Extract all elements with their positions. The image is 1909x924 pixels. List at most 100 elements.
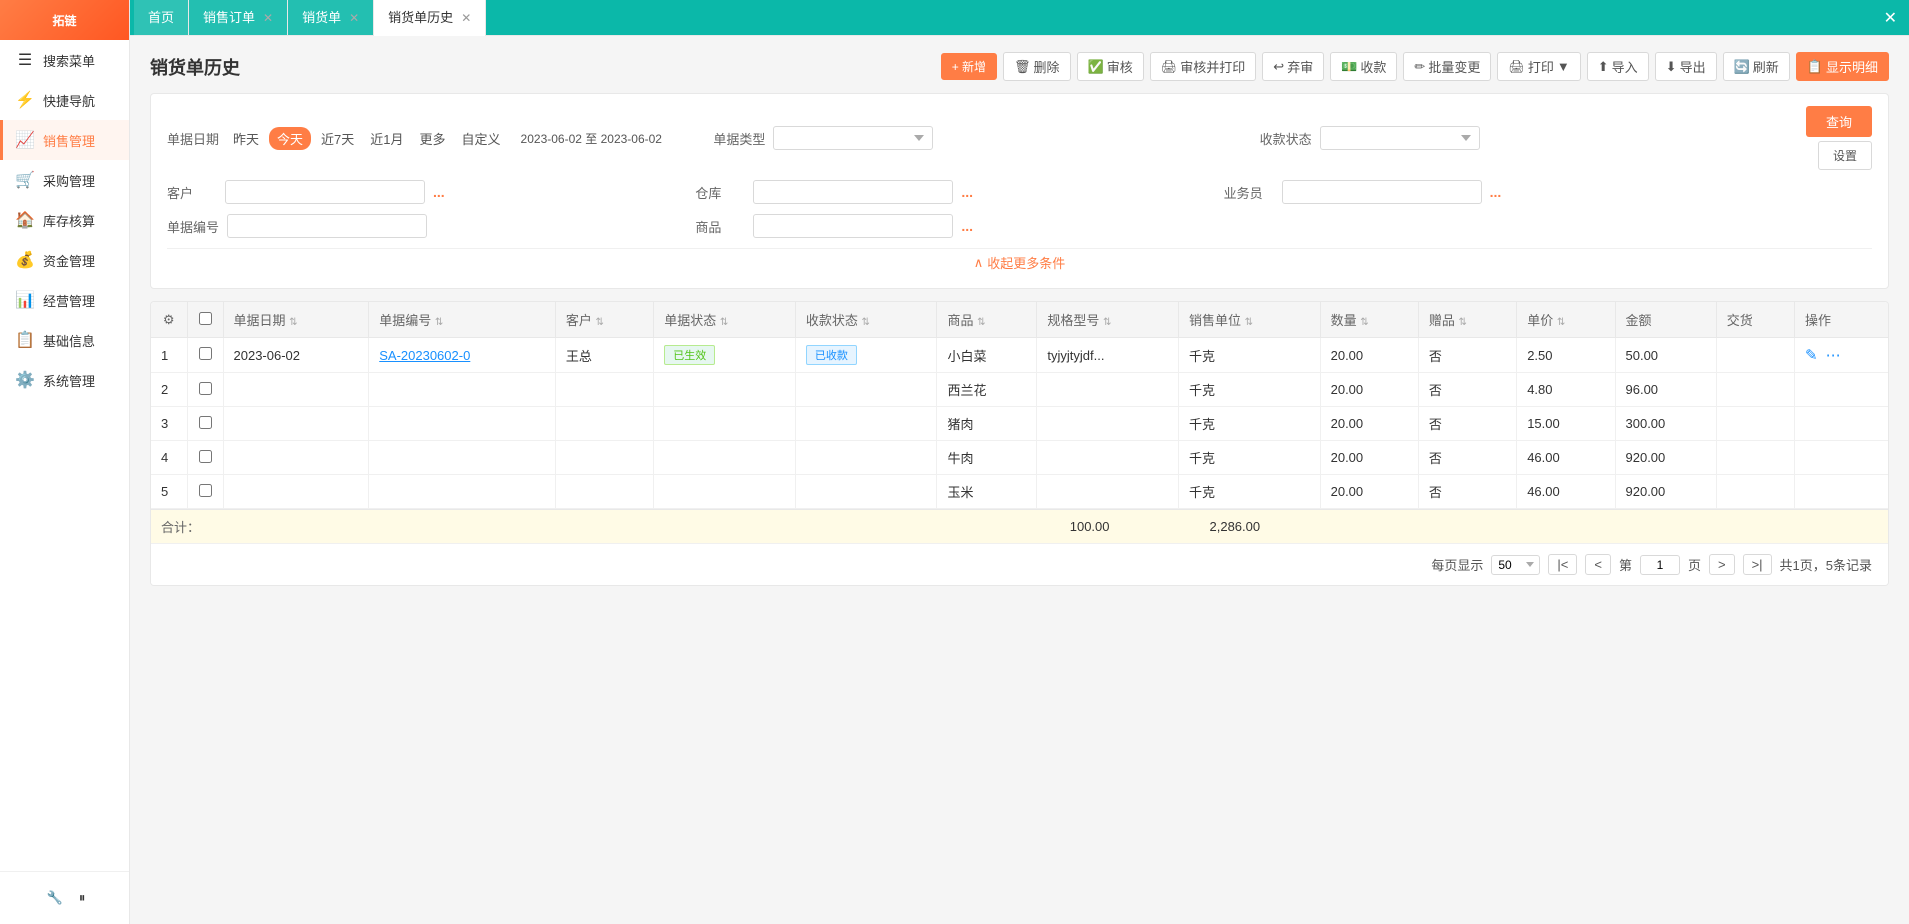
abandon-button[interactable]: ↩ 弃审	[1262, 52, 1324, 81]
col-settings[interactable]: ⚙	[151, 302, 187, 338]
cell-amount: 50.00	[1615, 338, 1716, 373]
cell-checkbox[interactable]	[187, 475, 223, 509]
collect-button[interactable]: 💵 收款	[1330, 52, 1397, 81]
tab-sales-order[interactable]: 销售订单 ✕	[189, 0, 288, 36]
col-checkbox[interactable]	[187, 302, 223, 338]
tab-delivery[interactable]: 销货单 ✕	[288, 0, 374, 36]
sidebar-item-system-mgmt[interactable]: ⚙️ 系统管理	[0, 360, 129, 400]
payment-status-select[interactable]	[1320, 126, 1480, 150]
sidebar-item-sales-mgmt[interactable]: 📈 销售管理	[0, 120, 129, 160]
show-detail-button[interactable]: 📋 显示明细	[1796, 52, 1889, 81]
sidebar-item-inventory[interactable]: 🏠 库存核算	[0, 200, 129, 240]
select-all-checkbox[interactable]	[199, 312, 212, 325]
tab-delivery-history[interactable]: 销货单历史 ✕	[374, 0, 486, 36]
doc-no-input[interactable]	[227, 214, 427, 238]
col-customer[interactable]: 客户 ⇅	[555, 302, 653, 338]
settings-button[interactable]: 设置	[1818, 141, 1872, 170]
goods-dots-btn[interactable]: ...	[961, 218, 973, 234]
settings-icon[interactable]: 🔧	[47, 890, 63, 906]
salesperson-input[interactable]	[1282, 180, 1482, 204]
warehouse-dots-btn[interactable]: ...	[961, 184, 973, 200]
refresh-button[interactable]: 🔄 刷新	[1723, 52, 1790, 81]
col-doc-date[interactable]: 单据日期 ⇅	[223, 302, 369, 338]
edit-icon[interactable]: ✎	[1805, 346, 1818, 364]
sort-icon-unit-price: ⇅	[1557, 317, 1565, 328]
tab-home[interactable]: 首页	[134, 0, 189, 36]
cell-doc-status	[654, 475, 796, 509]
tab-delivery-close[interactable]: ✕	[349, 0, 359, 36]
import-button[interactable]: ⬆ 导入	[1587, 52, 1649, 81]
warehouse-input[interactable]	[753, 180, 953, 204]
col-doc-no[interactable]: 单据编号 ⇅	[369, 302, 556, 338]
delete-button[interactable]: 🗑 删除	[1003, 52, 1071, 81]
print-button[interactable]: 🖨 打印 ▼	[1497, 52, 1580, 81]
tab-bar-close-btn[interactable]: ✕	[1872, 8, 1909, 28]
date-btn-1month[interactable]: 近1月	[364, 127, 409, 150]
goods-input[interactable]	[753, 214, 953, 238]
sidebar-item-finance-mgmt[interactable]: 💰 资金管理	[0, 240, 129, 280]
doc-no-link[interactable]: SA-20230602-0	[379, 348, 470, 363]
sidebar-bottom-actions[interactable]: 🔧 ⏸	[0, 880, 129, 916]
cell-customer	[555, 475, 653, 509]
sidebar-item-purchase-mgmt[interactable]: 🛒 采购管理	[0, 160, 129, 200]
cell-actions: ✎ ⋯	[1795, 338, 1888, 373]
col-gift[interactable]: 赠品 ⇅	[1418, 302, 1516, 338]
date-btn-today[interactable]: 今天	[269, 127, 311, 150]
batch-change-button[interactable]: ✏ 批量变更	[1403, 52, 1491, 81]
tab-delivery-history-close[interactable]: ✕	[461, 0, 471, 36]
cell-checkbox[interactable]	[187, 441, 223, 475]
sort-icon-doc-no: ⇅	[435, 317, 443, 328]
pause-icon[interactable]: ⏸	[79, 890, 86, 906]
cell-checkbox[interactable]	[187, 407, 223, 441]
date-btn-custom[interactable]: 自定义	[456, 127, 507, 150]
row-checkbox[interactable]	[199, 382, 212, 395]
tab-delivery-history-label: 销货单历史	[388, 0, 453, 36]
row-checkbox[interactable]	[199, 484, 212, 497]
col-qty[interactable]: 数量 ⇅	[1320, 302, 1418, 338]
row-checkbox[interactable]	[199, 347, 212, 360]
doc-type-select[interactable]	[773, 126, 933, 150]
per-page-select[interactable]: 50 100 200	[1491, 555, 1540, 575]
collapse-btn[interactable]: ∧ 收起更多条件	[167, 248, 1872, 276]
page-prev-btn[interactable]: <	[1585, 554, 1611, 575]
query-button[interactable]: 查询	[1806, 106, 1872, 137]
sidebar-item-quick-nav[interactable]: ⚡ 快捷导航	[0, 80, 129, 120]
cell-doc-no	[369, 407, 556, 441]
sidebar-item-basic-info[interactable]: 📋 基础信息	[0, 320, 129, 360]
col-unit-price[interactable]: 单价 ⇅	[1517, 302, 1615, 338]
cell-checkbox[interactable]	[187, 338, 223, 373]
date-btn-7days[interactable]: 近7天	[315, 127, 360, 150]
more-icon[interactable]: ⋯	[1826, 346, 1841, 364]
filter-group-date: 单据日期 昨天 今天 近7天 近1月 更多 自定义 2023-06-02 至 2…	[167, 127, 697, 150]
col-sales-unit[interactable]: 销售单位 ⇅	[1179, 302, 1321, 338]
sidebar-item-operations-mgmt[interactable]: 📊 经营管理	[0, 280, 129, 320]
col-doc-status[interactable]: 单据状态 ⇅	[654, 302, 796, 338]
col-payment-status[interactable]: 收款状态 ⇅	[795, 302, 937, 338]
tab-sales-order-close[interactable]: ✕	[263, 0, 273, 36]
date-btn-yesterday[interactable]: 昨天	[227, 127, 265, 150]
row-checkbox[interactable]	[199, 416, 212, 429]
row-checkbox[interactable]	[199, 450, 212, 463]
page-next-btn[interactable]: >	[1709, 554, 1735, 575]
customer-dots-btn[interactable]: ...	[433, 184, 445, 200]
col-goods[interactable]: 商品 ⇅	[937, 302, 1037, 338]
col-spec[interactable]: 规格型号 ⇅	[1037, 302, 1179, 338]
date-btn-more[interactable]: 更多	[414, 127, 452, 150]
table-settings-icon[interactable]: ⚙	[163, 312, 175, 327]
audit-button[interactable]: ✅ 审核	[1077, 52, 1144, 81]
finance-mgmt-icon: 💰	[15, 250, 35, 270]
export-button[interactable]: ⬇ 导出	[1655, 52, 1717, 81]
audit-print-button[interactable]: 🖨 审核并打印	[1150, 52, 1257, 81]
new-button[interactable]: + 新增	[941, 53, 997, 80]
cell-checkbox[interactable]	[187, 373, 223, 407]
page-last-btn[interactable]: >|	[1743, 554, 1772, 575]
cell-doc-date	[223, 475, 369, 509]
page-first-btn[interactable]: |<	[1548, 554, 1577, 575]
sidebar-item-search-menu[interactable]: ☰ 搜索菜单	[0, 40, 129, 80]
cell-index: 3	[151, 407, 187, 441]
footer-total-qty: 100.00	[241, 519, 1110, 534]
customer-input[interactable]	[225, 180, 425, 204]
page-input[interactable]	[1640, 555, 1680, 575]
filter-row-2: 客户 ... 仓库 ... 业务员 ...	[167, 180, 1872, 204]
salesperson-dots-btn[interactable]: ...	[1490, 184, 1502, 200]
